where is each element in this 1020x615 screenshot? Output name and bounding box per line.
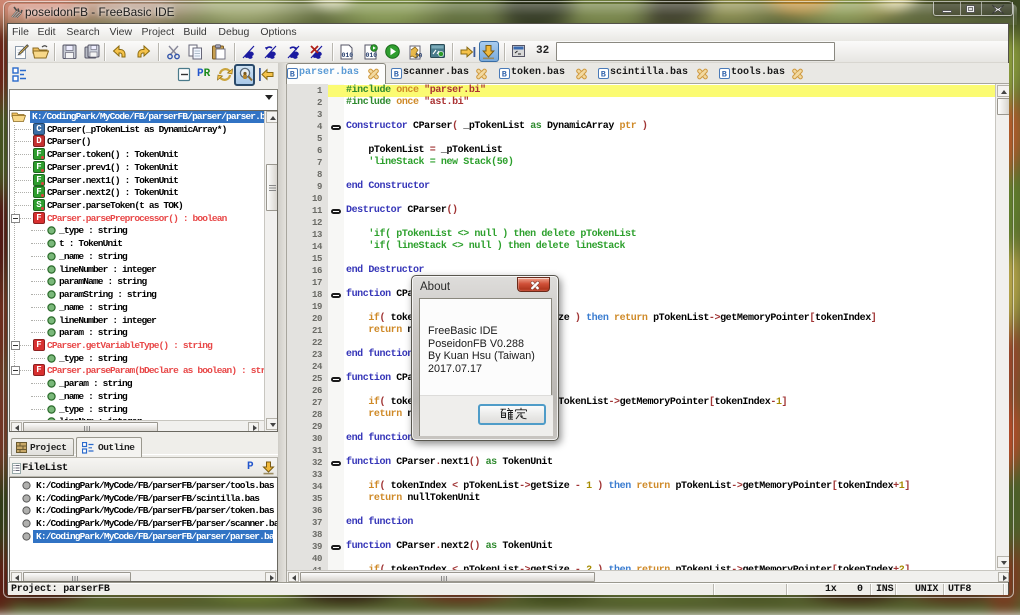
svg-text:B: B — [290, 70, 295, 79]
svg-text:B: B — [394, 70, 399, 79]
svg-text:B: B — [601, 70, 606, 79]
svg-text:010: 010 — [342, 52, 354, 59]
svg-text:B: B — [722, 70, 727, 79]
svg-text:10: 10 — [415, 53, 423, 60]
svg-text:B: B — [502, 70, 507, 79]
svg-text:010: 010 — [366, 52, 378, 59]
